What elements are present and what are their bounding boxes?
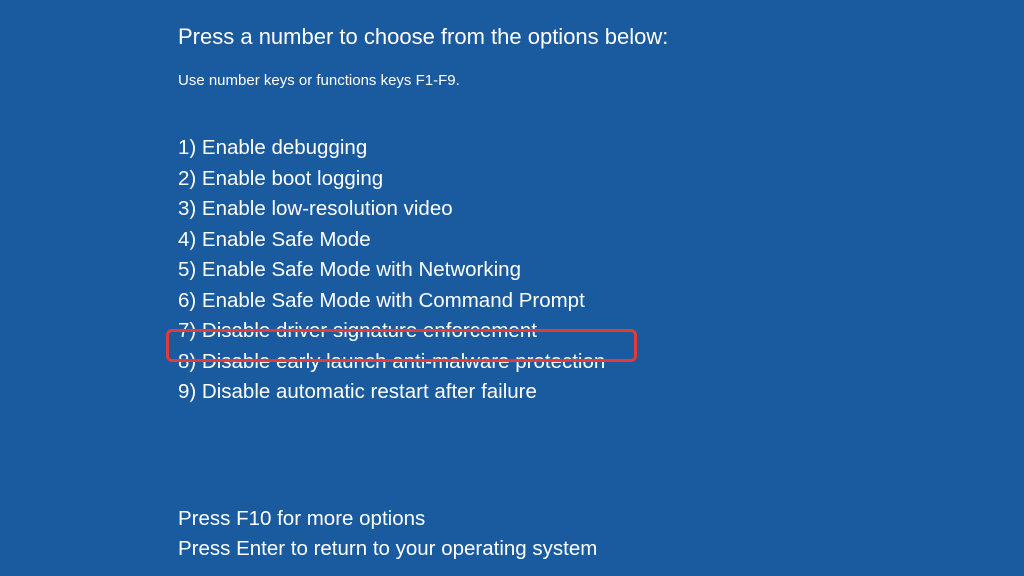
startup-option-9[interactable]: 9) Disable automatic restart after failu… — [178, 377, 878, 408]
footer-block: Press F10 for more options Press Enter t… — [178, 504, 878, 565]
startup-option-6[interactable]: 6) Enable Safe Mode with Command Prompt — [178, 286, 878, 317]
startup-option-1[interactable]: 1) Enable debugging — [178, 133, 878, 164]
startup-option-8[interactable]: 8) Disable early launch anti-malware pro… — [178, 347, 878, 378]
startup-option-2[interactable]: 2) Enable boot logging — [178, 164, 878, 195]
startup-option-3[interactable]: 3) Enable low-resolution video — [178, 194, 878, 225]
options-list: 1) Enable debugging2) Enable boot loggin… — [178, 133, 878, 408]
startup-option-5[interactable]: 5) Enable Safe Mode with Networking — [178, 255, 878, 286]
startup-option-4[interactable]: 4) Enable Safe Mode — [178, 225, 878, 256]
hint-line: Use number keys or functions keys F1-F9. — [178, 72, 878, 89]
startup-option-7[interactable]: 7) Disable driver signature enforcement — [178, 316, 878, 347]
return-line: Press Enter to return to your operating … — [178, 534, 878, 565]
prompt-line: Press a number to choose from the option… — [178, 24, 878, 50]
startup-settings-panel: Press a number to choose from the option… — [178, 24, 878, 565]
more-options-line: Press F10 for more options — [178, 504, 878, 535]
